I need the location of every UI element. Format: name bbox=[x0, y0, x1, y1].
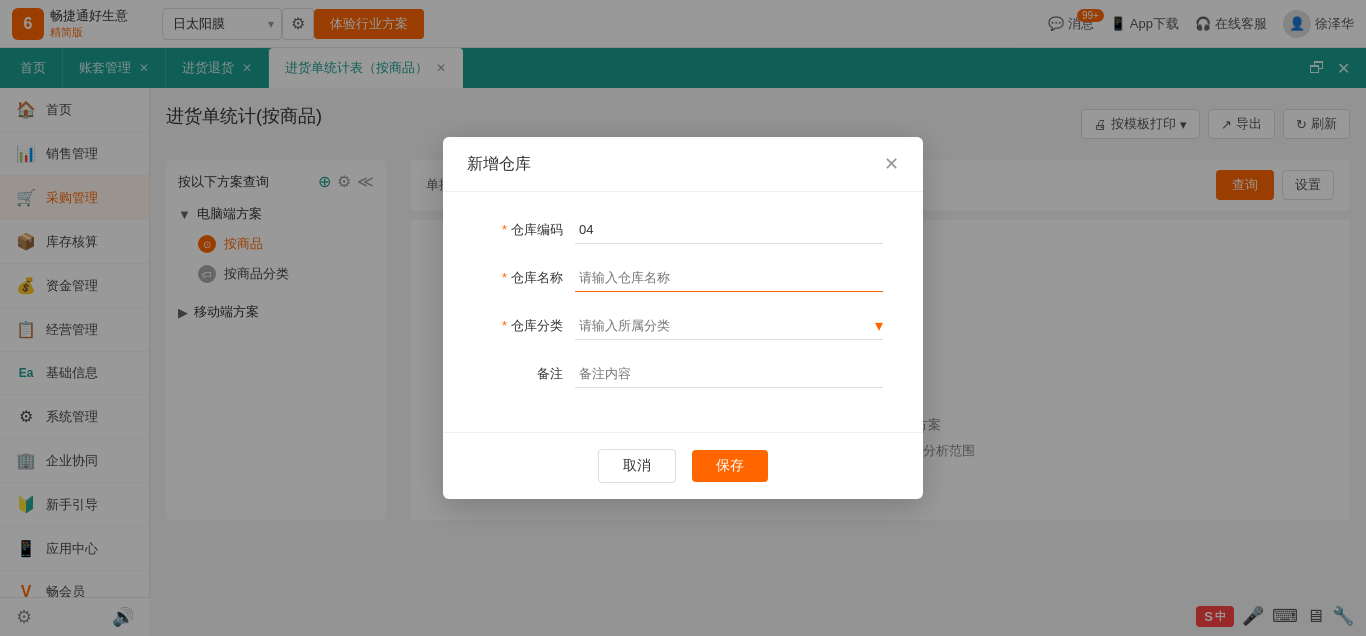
remark-input[interactable] bbox=[575, 360, 883, 388]
warehouse-code-input[interactable] bbox=[575, 216, 883, 244]
dialog-header: 新增仓库 ✕ bbox=[443, 137, 923, 192]
warehouse-name-label: 仓库名称 bbox=[483, 269, 563, 287]
warehouse-name-row: 仓库名称 bbox=[483, 264, 883, 292]
dialog-body: 仓库编码 仓库名称 仓库分类 ▾ 备注 bbox=[443, 192, 923, 432]
warehouse-category-row: 仓库分类 ▾ bbox=[483, 312, 883, 340]
cancel-button[interactable]: 取消 bbox=[598, 449, 676, 483]
dialog-footer: 取消 保存 bbox=[443, 432, 923, 499]
dialog-title: 新增仓库 bbox=[467, 154, 531, 175]
warehouse-code-row: 仓库编码 bbox=[483, 216, 883, 244]
warehouse-category-select-wrap[interactable]: ▾ bbox=[575, 312, 883, 340]
new-warehouse-dialog: 新增仓库 ✕ 仓库编码 仓库名称 仓库分类 ▾ 备注 取消 保存 bbox=[443, 137, 923, 499]
dialog-close-button[interactable]: ✕ bbox=[884, 153, 899, 175]
warehouse-code-label: 仓库编码 bbox=[483, 221, 563, 239]
warehouse-category-input[interactable] bbox=[575, 312, 875, 339]
warehouse-name-input[interactable] bbox=[575, 264, 883, 292]
save-button[interactable]: 保存 bbox=[692, 450, 768, 482]
category-dropdown-icon[interactable]: ▾ bbox=[875, 316, 883, 335]
remark-label: 备注 bbox=[483, 365, 563, 383]
warehouse-category-label: 仓库分类 bbox=[483, 317, 563, 335]
remark-row: 备注 bbox=[483, 360, 883, 388]
